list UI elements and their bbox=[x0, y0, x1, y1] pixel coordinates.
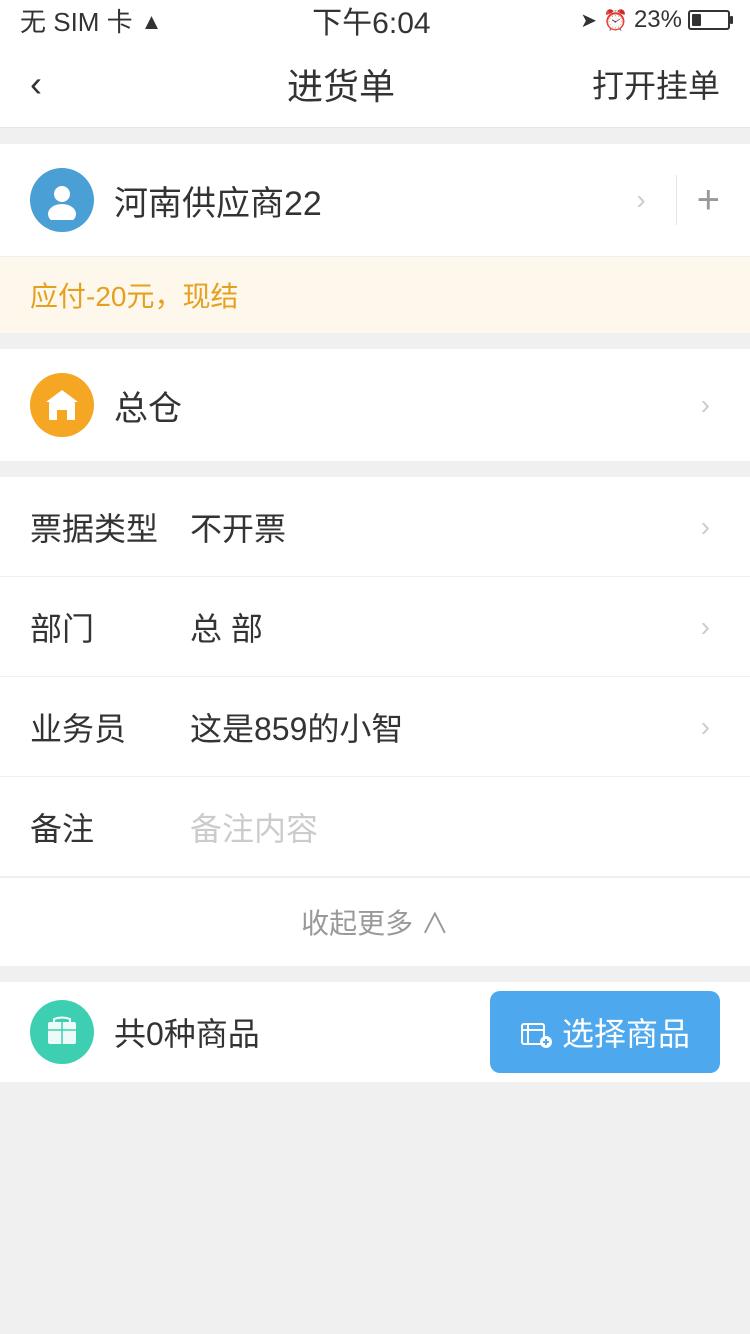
remark-row[interactable]: 备注 备注内容 bbox=[0, 777, 750, 877]
remark-input[interactable]: 备注内容 bbox=[170, 804, 720, 850]
location-icon bbox=[580, 6, 597, 34]
supplier-name: 河南供应商22 bbox=[114, 176, 636, 225]
remark-label: 备注 bbox=[30, 804, 170, 850]
salesperson-row[interactable]: 业务员 这是859的小智 › bbox=[0, 677, 750, 777]
supplier-divider bbox=[676, 175, 677, 225]
invoice-type-label: 票据类型 bbox=[30, 504, 170, 550]
salesperson-value: 这是859的小智 bbox=[170, 704, 701, 750]
nav-bar: ‹ 进货单 打开挂单 bbox=[0, 40, 750, 128]
supplier-arrow-icon: › bbox=[636, 184, 645, 216]
product-count: 共0种商品 bbox=[114, 1009, 490, 1055]
product-icon bbox=[30, 1000, 94, 1064]
department-arrow-icon: › bbox=[701, 611, 710, 643]
collapse-text: 收起更多 ∧ bbox=[301, 902, 449, 942]
carrier-text: 无 SIM 卡 bbox=[20, 2, 133, 39]
form-section: 票据类型 不开票 › 部门 总 部 › 业务员 这是859的小智 › 备注 备注… bbox=[0, 477, 750, 966]
department-value: 总 部 bbox=[170, 604, 701, 650]
invoice-type-value: 不开票 bbox=[170, 504, 701, 550]
open-pending-button[interactable]: 打开挂单 bbox=[592, 61, 720, 107]
warehouse-icon bbox=[30, 373, 94, 437]
status-right: 23% bbox=[580, 6, 730, 34]
supplier-avatar bbox=[30, 168, 94, 232]
salesperson-arrow-icon: › bbox=[701, 711, 710, 743]
invoice-type-arrow-icon: › bbox=[701, 511, 710, 543]
select-product-button[interactable]: 选择商品 bbox=[490, 991, 720, 1073]
bottom-bar: 共0种商品 选择商品 bbox=[0, 982, 750, 1082]
supplier-row[interactable]: 河南供应商22 › + bbox=[0, 144, 750, 257]
alert-banner: 应付-20元，现结 bbox=[0, 257, 750, 333]
status-time: 下午6:04 bbox=[312, 0, 430, 42]
page-title: 进货单 bbox=[287, 58, 395, 110]
warehouse-name: 总仓 bbox=[114, 381, 701, 430]
warehouse-section: 总仓 › bbox=[0, 349, 750, 461]
status-bar: 无 SIM 卡 下午6:04 23% bbox=[0, 0, 750, 40]
select-product-icon bbox=[520, 1016, 552, 1048]
add-supplier-button[interactable]: + bbox=[697, 180, 720, 220]
collapse-bar[interactable]: 收起更多 ∧ bbox=[0, 877, 750, 966]
wifi-icon bbox=[141, 5, 163, 36]
warehouse-arrow-icon: › bbox=[701, 389, 710, 421]
supplier-section: 河南供应商22 › + 应付-20元，现结 bbox=[0, 144, 750, 333]
divider-top bbox=[0, 128, 750, 144]
back-button[interactable]: ‹ bbox=[30, 63, 90, 105]
select-product-label: 选择商品 bbox=[562, 1009, 690, 1055]
status-left: 无 SIM 卡 bbox=[20, 2, 162, 39]
warehouse-row[interactable]: 总仓 › bbox=[0, 349, 750, 461]
salesperson-label: 业务员 bbox=[30, 704, 170, 750]
invoice-type-row[interactable]: 票据类型 不开票 › bbox=[0, 477, 750, 577]
battery-icon bbox=[688, 10, 730, 30]
alarm-icon bbox=[603, 6, 628, 34]
department-label: 部门 bbox=[30, 604, 170, 650]
department-row[interactable]: 部门 总 部 › bbox=[0, 577, 750, 677]
battery-text: 23% bbox=[634, 6, 682, 34]
